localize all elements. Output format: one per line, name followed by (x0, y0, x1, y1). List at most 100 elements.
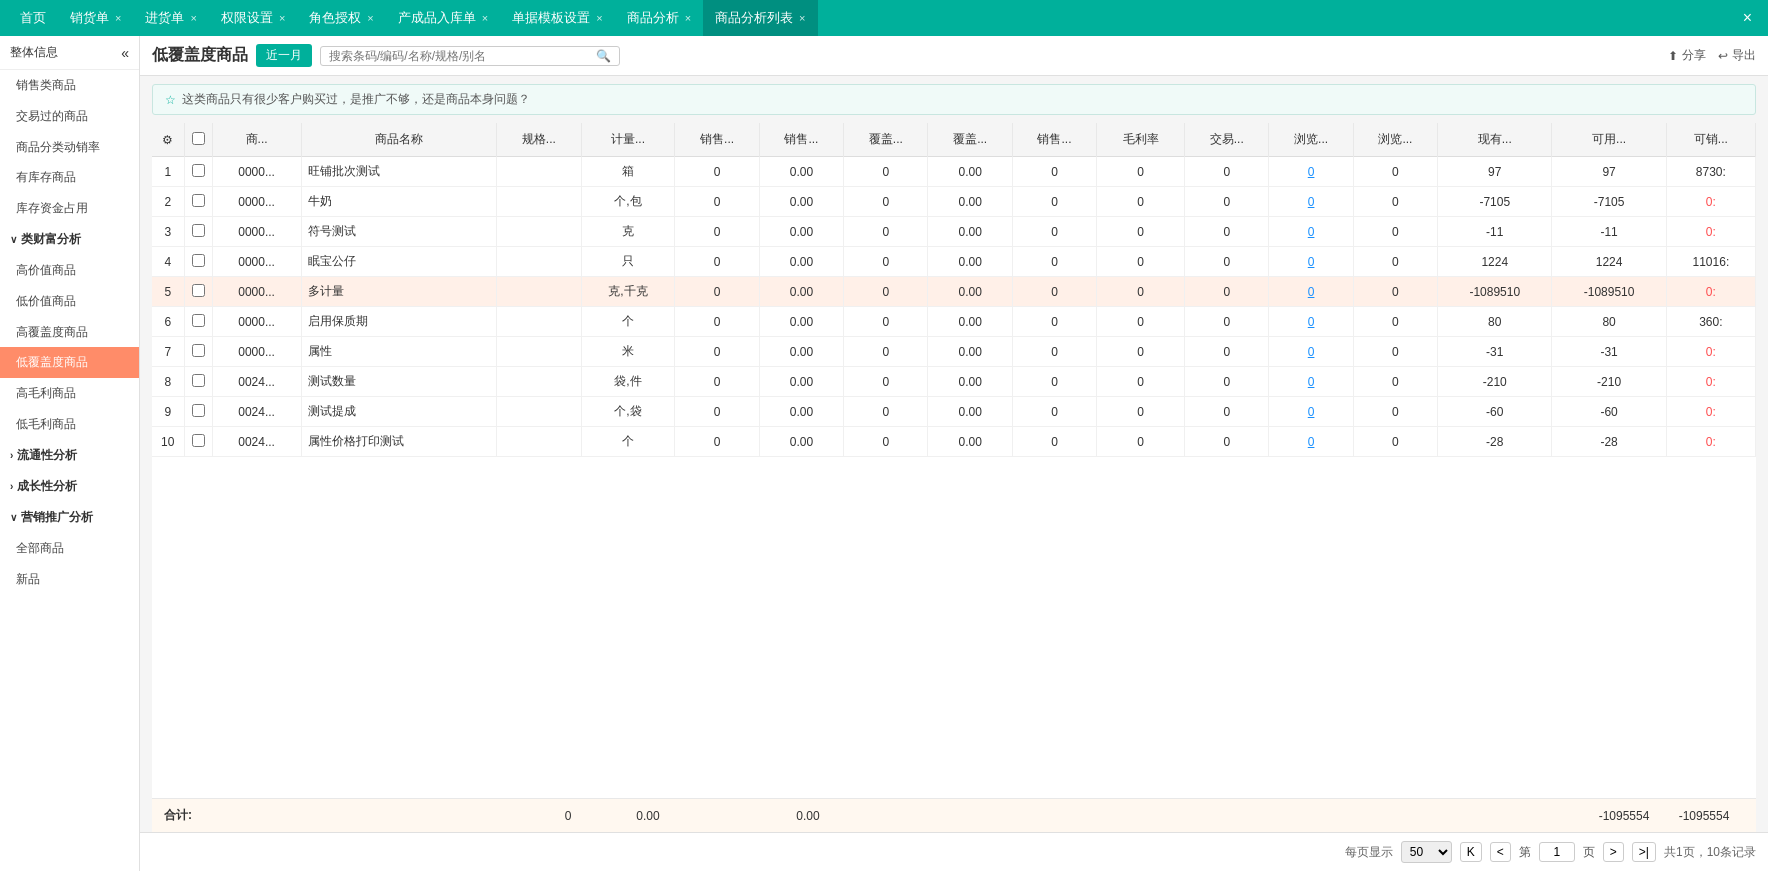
row-sales-qty: 0 (675, 307, 759, 337)
col-name[interactable]: 商品名称 (301, 123, 497, 157)
nav-template-close[interactable]: × (596, 12, 602, 24)
row-browse1[interactable]: 0 (1269, 397, 1353, 427)
row-browse1[interactable]: 0 (1269, 217, 1353, 247)
sidebar-group-growth[interactable]: › 成长性分析 (0, 471, 139, 502)
nav-finished-goods[interactable]: 产成品入库单 × (386, 0, 500, 36)
nav-goods-analysis-close[interactable]: × (685, 12, 691, 24)
sidebar-item-sales-goods[interactable]: 销售类商品 (0, 70, 139, 101)
col-current[interactable]: 现有... (1438, 123, 1552, 157)
sidebar-item-low-coverage[interactable]: 低覆盖度商品 (0, 347, 139, 378)
search-input[interactable] (329, 49, 596, 63)
col-settings[interactable]: ⚙ (152, 123, 184, 157)
sidebar-item-category-turnover[interactable]: 商品分类动销率 (0, 132, 139, 163)
nav-goods-analysis-list[interactable]: 商品分析列表 × (703, 0, 817, 36)
sidebar-item-high-value[interactable]: 高价值商品 (0, 255, 139, 286)
row-sales-qty: 0 (675, 427, 759, 457)
sidebar-item-low-margin[interactable]: 低毛利商品 (0, 409, 139, 440)
nav-close-all[interactable]: × (1735, 9, 1760, 27)
sidebar-item-low-value[interactable]: 低价值商品 (0, 286, 139, 317)
nav-purchase-close[interactable]: × (190, 12, 196, 24)
nav-goods-analysis[interactable]: 商品分析 × (615, 0, 703, 36)
row-sales3: 0 (1012, 397, 1096, 427)
row-browse1[interactable]: 0 (1269, 337, 1353, 367)
col-trans[interactable]: 交易... (1185, 123, 1269, 157)
row-checkbox[interactable] (192, 194, 205, 207)
col-spec[interactable]: 规格... (497, 123, 581, 157)
sidebar-group-wealth[interactable]: ∨ 类财富分析 (0, 224, 139, 255)
row-browse1[interactable]: 0 (1269, 427, 1353, 457)
row-trans: 0 (1185, 307, 1269, 337)
sidebar-group-flow[interactable]: › 流通性分析 (0, 440, 139, 471)
col-browse2[interactable]: 浏览... (1353, 123, 1437, 157)
sidebar-item-new-goods[interactable]: 新品 (0, 564, 139, 595)
col-saleable[interactable]: 可销... (1666, 123, 1755, 157)
row-checkbox-cell (184, 397, 212, 427)
export-icon: ↩ (1718, 49, 1728, 63)
nav-roles-close[interactable]: × (367, 12, 373, 24)
sidebar-item-inventory-capital[interactable]: 库存资金占用 (0, 193, 139, 224)
col-gross[interactable]: 毛利率 (1097, 123, 1185, 157)
nav-permissions[interactable]: 权限设置 × (209, 0, 297, 36)
sidebar-item-high-margin[interactable]: 高毛利商品 (0, 378, 139, 409)
nav-sales[interactable]: 销货单 × (58, 0, 133, 36)
page-number-input[interactable] (1539, 842, 1575, 862)
row-code: 0000... (212, 247, 301, 277)
nav-sales-close[interactable]: × (115, 12, 121, 24)
col-code[interactable]: 商... (212, 123, 301, 157)
col-available[interactable]: 可用... (1552, 123, 1666, 157)
next-page-button[interactable]: > (1603, 842, 1624, 862)
row-browse1[interactable]: 0 (1269, 367, 1353, 397)
col-sales3[interactable]: 销售... (1012, 123, 1096, 157)
sidebar-item-in-stock[interactable]: 有库存商品 (0, 162, 139, 193)
col-coverage1[interactable]: 覆盖... (844, 123, 928, 157)
page-title: 低覆盖度商品 (152, 45, 248, 66)
nav-permissions-close[interactable]: × (279, 12, 285, 24)
row-sales-amt: 0.00 (759, 187, 843, 217)
nav-roles[interactable]: 角色授权 × (297, 0, 385, 36)
row-sales-qty: 0 (675, 187, 759, 217)
row-unit: 克 (581, 217, 675, 247)
row-checkbox[interactable] (192, 434, 205, 447)
row-checkbox[interactable] (192, 254, 205, 267)
sidebar-collapse-icon[interactable]: « (121, 45, 129, 61)
row-checkbox[interactable] (192, 284, 205, 297)
nav-finished-close[interactable]: × (482, 12, 488, 24)
nav-purchase[interactable]: 进货单 × (133, 0, 208, 36)
nav-template[interactable]: 单据模板设置 × (500, 0, 614, 36)
row-checkbox[interactable] (192, 374, 205, 387)
row-sales-qty: 0 (675, 337, 759, 367)
row-browse1[interactable]: 0 (1269, 247, 1353, 277)
row-checkbox[interactable] (192, 314, 205, 327)
last-page-button[interactable]: >| (1632, 842, 1656, 862)
prev-page-button[interactable]: < (1490, 842, 1511, 862)
row-checkbox[interactable] (192, 404, 205, 417)
share-button[interactable]: ⬆ 分享 (1668, 47, 1706, 64)
export-button[interactable]: ↩ 导出 (1718, 47, 1756, 64)
first-page-button[interactable]: K (1460, 842, 1482, 862)
sidebar-item-high-coverage[interactable]: 高覆盖度商品 (0, 317, 139, 348)
row-checkbox[interactable] (192, 224, 205, 237)
nav-home[interactable]: 首页 (8, 0, 58, 36)
col-unit[interactable]: 计量... (581, 123, 675, 157)
row-cov2: 0.00 (928, 337, 1012, 367)
col-coverage2[interactable]: 覆盖... (928, 123, 1012, 157)
sidebar-item-traded-goods[interactable]: 交易过的商品 (0, 101, 139, 132)
row-browse1[interactable]: 0 (1269, 307, 1353, 337)
nav-goods-list-close[interactable]: × (799, 12, 805, 24)
period-button[interactable]: 近一月 (256, 44, 312, 67)
row-checkbox[interactable] (192, 344, 205, 357)
row-checkbox[interactable] (192, 164, 205, 177)
sidebar-group-marketing[interactable]: ∨ 营销推广分析 (0, 502, 139, 533)
row-browse1[interactable]: 0 (1269, 277, 1353, 307)
col-sales-amt[interactable]: 销售... (759, 123, 843, 157)
row-browse1[interactable]: 0 (1269, 187, 1353, 217)
col-browse1[interactable]: 浏览... (1269, 123, 1353, 157)
search-icon[interactable]: 🔍 (596, 49, 611, 63)
sidebar-item-all-goods[interactable]: 全部商品 (0, 533, 139, 564)
select-all-checkbox[interactable] (192, 132, 205, 145)
col-sales-qty[interactable]: 销售... (675, 123, 759, 157)
sidebar-header[interactable]: 整体信息 « (0, 36, 139, 70)
page-size-select[interactable]: 50 10 20 100 (1401, 841, 1452, 863)
table-footer: 合计: 0 0.00 0.00 -1095554 -1095554 (152, 798, 1756, 832)
row-browse1[interactable]: 0 (1269, 157, 1353, 187)
